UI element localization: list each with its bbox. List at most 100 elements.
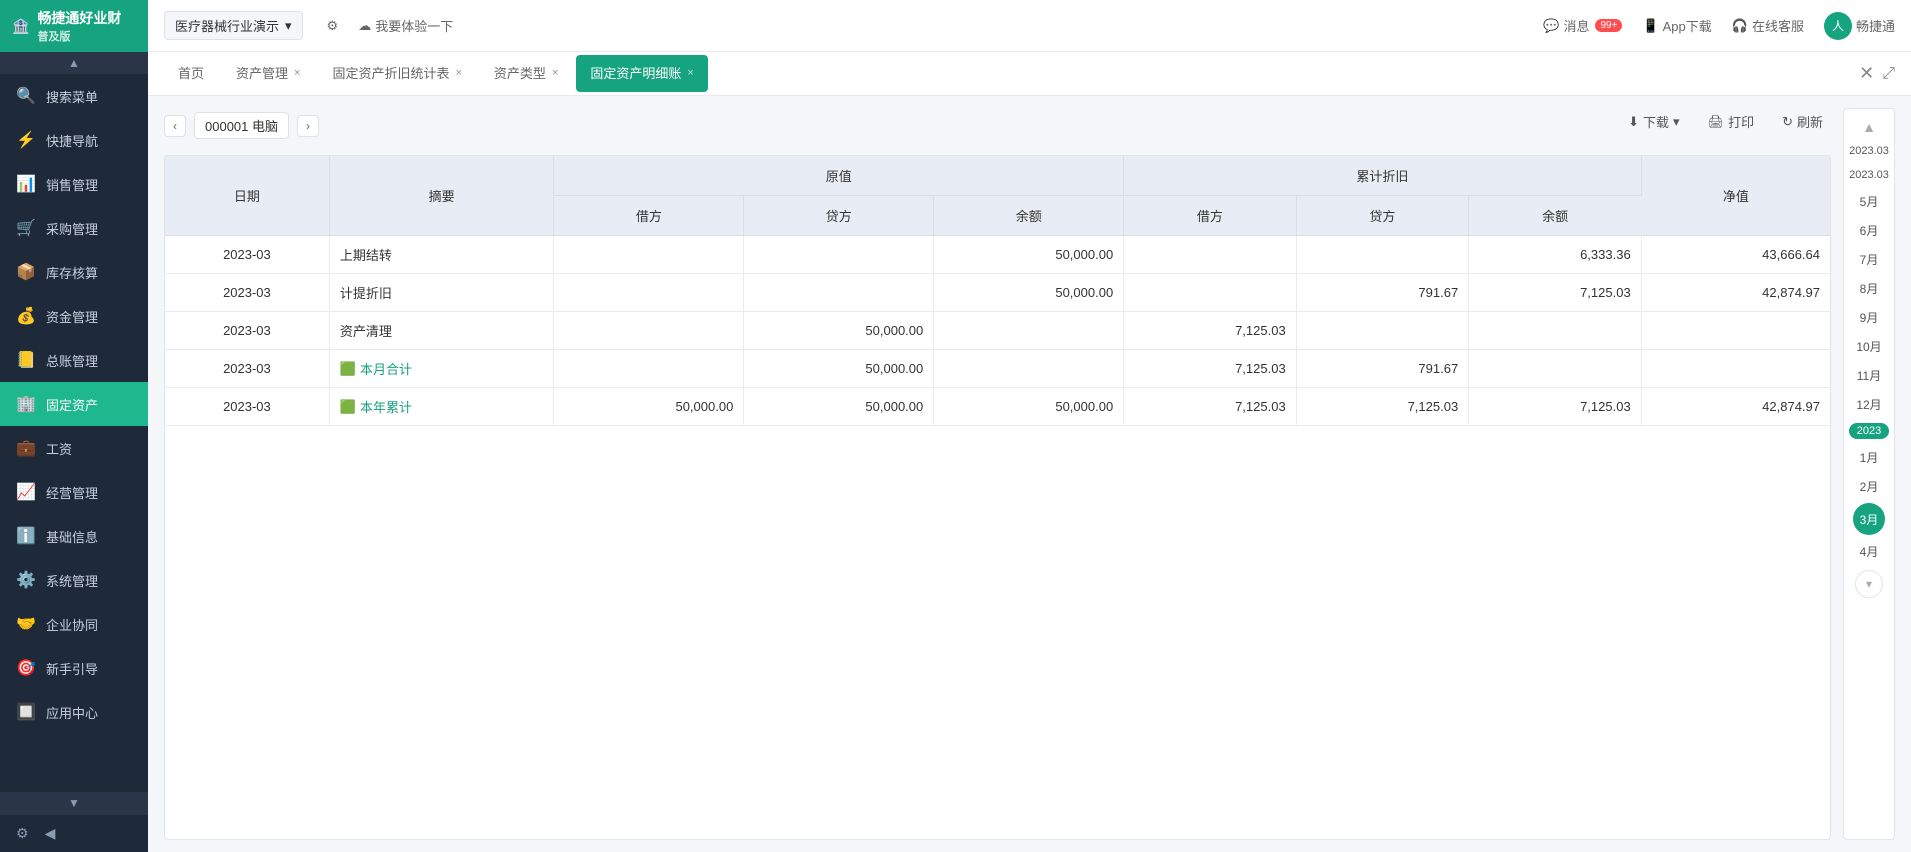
sidebar-item-finance[interactable]: 💰 资金管理	[0, 294, 148, 338]
app-download-button[interactable]: 📱 App下载	[1642, 16, 1711, 35]
sidebar-item-label: 应用中心	[46, 703, 98, 722]
timeline-month-8[interactable]: 8月	[1844, 274, 1894, 303]
inventory-icon: 📦	[16, 262, 36, 282]
sidebar-item-sales[interactable]: 📊 销售管理	[0, 162, 148, 206]
settings-icon[interactable]: ⚙	[16, 825, 29, 842]
timeline-down-circle-button[interactable]: ▾	[1855, 570, 1883, 598]
cell-accum-debit: 7,125.03	[1124, 350, 1297, 388]
tab-depreciation-stats-close[interactable]: ×	[455, 67, 461, 79]
avatar: 人	[1824, 12, 1852, 40]
cell-net-value: 43,666.64	[1641, 236, 1830, 274]
timeline-month-7[interactable]: 7月	[1844, 245, 1894, 274]
timeline-up-button[interactable]: ▲	[1858, 115, 1880, 139]
cell-date: 2023-03	[165, 350, 329, 388]
table-toolbar: ⬇ 下载 ▾ 🖨 打印 ↻ 刷新	[1620, 108, 1831, 135]
sidebar-item-inventory[interactable]: 📦 库存核算	[0, 250, 148, 294]
timeline-month-11[interactable]: 11月	[1844, 361, 1894, 390]
th-original-value: 原值	[554, 156, 1124, 196]
sidebar-item-label: 采购管理	[46, 219, 98, 238]
sidebar-item-basic-info[interactable]: ℹ️ 基础信息	[0, 514, 148, 558]
sidebar-item-label: 工资	[46, 439, 72, 458]
panel-expand-button[interactable]: ⤢	[1882, 65, 1895, 83]
refresh-label: 刷新	[1797, 112, 1823, 131]
th-accumulated-depreciation: 累计折旧	[1124, 156, 1642, 196]
sidebar-item-salary[interactable]: 💼 工资	[0, 426, 148, 470]
sidebar-item-quick-nav[interactable]: ⚡ 快捷导航	[0, 118, 148, 162]
sidebar-item-label: 快捷导航	[46, 131, 98, 150]
sidebar-item-corp[interactable]: 🤝 企业协同	[0, 602, 148, 646]
settings-button[interactable]: ⚙	[327, 18, 339, 34]
asset-selector: ‹ 000001 电脑 › ⬇ 下载 ▾ 🖨 打印	[164, 108, 1831, 143]
sidebar-item-fixed-assets[interactable]: 🏢 固定资产	[0, 382, 148, 426]
timeline-month-1[interactable]: 1月	[1844, 443, 1894, 472]
tab-asset-type[interactable]: 资产类型 ×	[480, 55, 572, 92]
sidebar-scroll-down-button[interactable]: ▼	[0, 792, 148, 814]
cell-date: 2023-03	[165, 274, 329, 312]
purchase-icon: 🛒	[16, 218, 36, 238]
tab-asset-type-close[interactable]: ×	[552, 67, 558, 79]
business-icon: 📈	[16, 482, 36, 502]
download-button[interactable]: ⬇ 下载 ▾	[1620, 108, 1687, 135]
sidebar-item-system[interactable]: ⚙️ 系统管理	[0, 558, 148, 602]
asset-name: 电脑	[252, 119, 278, 134]
sidebar-item-guide[interactable]: 🎯 新手引导	[0, 646, 148, 690]
timeline-month-3-active[interactable]: 3月	[1853, 503, 1885, 535]
cell-accum-debit	[1124, 236, 1297, 274]
cell-accum-credit: 791.67	[1296, 274, 1469, 312]
customer-service-button[interactable]: 🎧 在线客服	[1732, 16, 1804, 35]
corp-icon: 🤝	[16, 614, 36, 634]
panel-close-button[interactable]: ✕	[1859, 63, 1874, 84]
tab-home[interactable]: 首页	[164, 55, 218, 92]
topbar: 医疗器械行业演示 ▾ ⚙ ☁ 我要体验一下 💬 消息 99+ 📱 App下载	[148, 0, 1911, 52]
cell-orig-credit: 50,000.00	[744, 312, 934, 350]
cell-accum-balance	[1469, 350, 1642, 388]
sidebar: 🏦 畅捷通好业财 普及版 ▲ 🔍 搜索菜单 ⚡ 快捷导航 📊 销售管理 🛒 采购…	[0, 0, 148, 852]
year-tag-icon: 🟩	[340, 399, 356, 415]
cell-orig-debit	[554, 274, 744, 312]
th-summary: 摘要	[329, 156, 554, 236]
timeline-month-5[interactable]: 5月	[1844, 187, 1894, 216]
cell-orig-balance: 50,000.00	[934, 236, 1124, 274]
download-dropdown-icon: ▾	[1673, 114, 1680, 130]
refresh-button[interactable]: ↻ 刷新	[1774, 108, 1831, 135]
timeline-month-2[interactable]: 2月	[1844, 472, 1894, 501]
asset-prev-button[interactable]: ‹	[164, 115, 186, 137]
message-button[interactable]: 💬 消息 99+	[1543, 16, 1622, 35]
sidebar-item-business[interactable]: 📈 经营管理	[0, 470, 148, 514]
cell-summary: 上期结转	[329, 236, 554, 274]
cell-accum-credit	[1296, 312, 1469, 350]
timeline-month-6[interactable]: 6月	[1844, 216, 1894, 245]
sidebar-collapse-button[interactable]: ◀	[45, 825, 56, 842]
company-selector[interactable]: 医疗器械行业演示 ▾	[164, 11, 303, 40]
timeline-year-top: 2023.03	[1844, 139, 1894, 163]
experience-button[interactable]: ☁ 我要体验一下	[358, 16, 453, 35]
tab-asset-detail-close[interactable]: ×	[687, 67, 693, 79]
timeline-month-10[interactable]: 10月	[1844, 332, 1894, 361]
timeline-month-9[interactable]: 9月	[1844, 303, 1894, 332]
sidebar-item-ledger[interactable]: 📒 总账管理	[0, 338, 148, 382]
app-download-label: App下载	[1663, 16, 1712, 35]
sidebar-item-search[interactable]: 🔍 搜索菜单	[0, 74, 148, 118]
tab-asset-detail[interactable]: 固定资产明细账 ×	[576, 55, 707, 92]
sidebar-item-label: 搜索菜单	[46, 87, 98, 106]
asset-next-button[interactable]: ›	[297, 115, 319, 137]
sidebar-footer: ⚙ ◀	[0, 814, 148, 852]
sidebar-item-app-center[interactable]: 🔲 应用中心	[0, 690, 148, 734]
tab-depreciation-stats[interactable]: 固定资产折旧统计表 ×	[318, 55, 475, 92]
message-icon: 💬	[1543, 18, 1559, 34]
sidebar-scroll-up-button[interactable]: ▲	[0, 52, 148, 74]
sidebar-item-label: 企业协同	[46, 615, 98, 634]
company-dropdown-icon: ▾	[285, 18, 292, 34]
tab-asset-mgmt-close[interactable]: ×	[294, 67, 300, 79]
tab-asset-mgmt[interactable]: 资产管理 ×	[222, 55, 314, 92]
timeline-month-12[interactable]: 12月	[1844, 390, 1894, 419]
sidebar-logo-text: 畅捷通好业财	[37, 10, 121, 26]
cell-orig-credit: 50,000.00	[744, 388, 934, 426]
timeline-month-4[interactable]: 4月	[1844, 537, 1894, 566]
cell-accum-credit: 791.67	[1296, 350, 1469, 388]
print-button[interactable]: 🖨 打印	[1700, 108, 1763, 135]
sidebar-item-purchase[interactable]: 🛒 采购管理	[0, 206, 148, 250]
cell-accum-debit: 7,125.03	[1124, 312, 1297, 350]
user-button[interactable]: 人 畅捷通	[1824, 12, 1895, 40]
sidebar-item-label: 系统管理	[46, 571, 98, 590]
